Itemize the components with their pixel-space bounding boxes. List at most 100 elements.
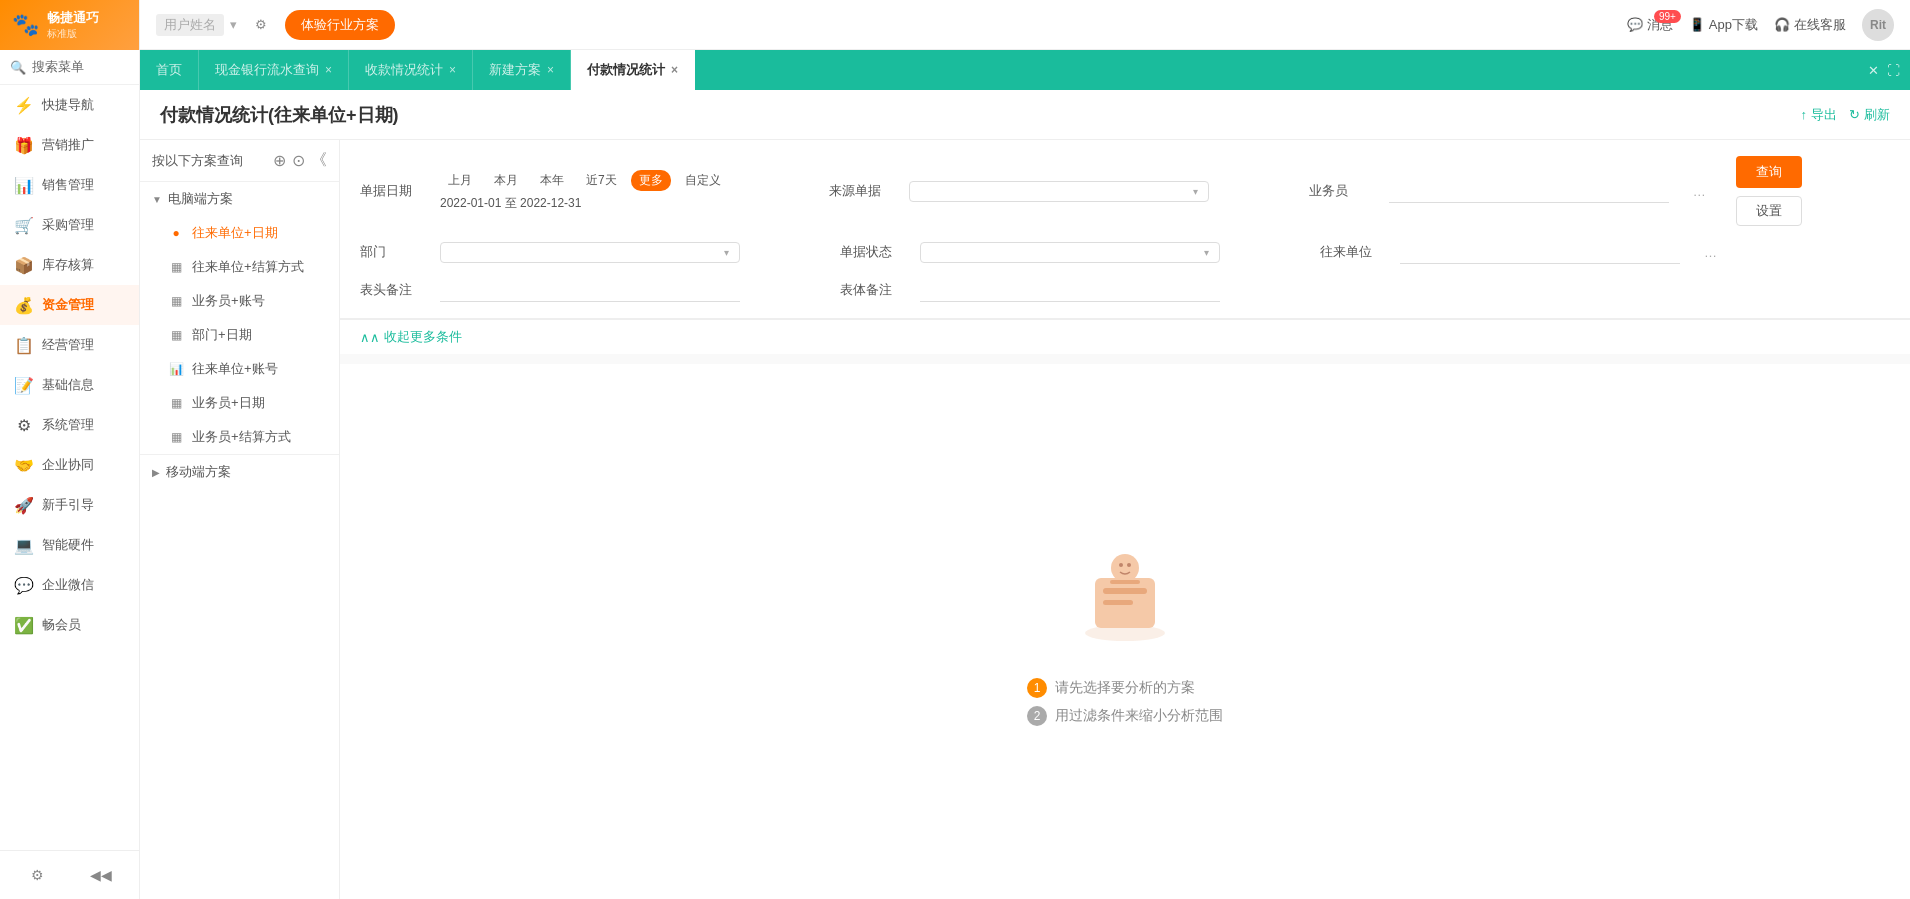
topbar: 用户姓名 ▾ ⚙ 体验行业方案 💬 消息 99+ 📱 App下载 🎧 在线客服 … bbox=[140, 0, 1910, 50]
sidebar-item-purchase[interactable]: 🛒 采购管理 bbox=[0, 205, 139, 245]
scheme-add-icon[interactable]: ⊕ bbox=[273, 151, 286, 170]
body-note-label: 表体备注 bbox=[840, 281, 900, 299]
export-icon: ↑ bbox=[1801, 107, 1808, 122]
service-btn[interactable]: 🎧 在线客服 bbox=[1774, 16, 1846, 34]
source-select[interactable]: ▾ bbox=[909, 181, 1209, 202]
app-download-btn[interactable]: 📱 App下载 bbox=[1689, 16, 1758, 34]
svg-point-4 bbox=[1111, 554, 1139, 582]
scheme-collapse-icon[interactable]: 《 bbox=[311, 150, 327, 171]
sidebar-settings-btn[interactable]: ⚙ bbox=[10, 861, 66, 889]
tab-home[interactable]: 首页 bbox=[140, 50, 199, 90]
sidebar-item-system[interactable]: ⚙ 系统管理 bbox=[0, 405, 139, 445]
header-note-input[interactable] bbox=[440, 278, 740, 302]
tab-payment[interactable]: 付款情况统计 × bbox=[571, 50, 695, 90]
staff-input[interactable] bbox=[1389, 179, 1669, 203]
scheme-item-unit-date[interactable]: ● 往来单位+日期 bbox=[140, 216, 339, 250]
sidebar-item-marketing[interactable]: 🎁 营销推广 bbox=[0, 125, 139, 165]
scheme-panel-header: 按以下方案查询 ⊕ ⊙ 《 bbox=[140, 140, 339, 182]
scheme-panel: 按以下方案查询 ⊕ ⊙ 《 ▼ 电脑端方案 ● 往来单位+日期 ▦ bbox=[140, 140, 340, 899]
tab-bank-close-icon[interactable]: × bbox=[325, 63, 332, 77]
date-opt-last-month[interactable]: 上月 bbox=[440, 170, 480, 191]
scheme-item-dept-date[interactable]: ▦ 部门+日期 bbox=[140, 318, 339, 352]
export-btn[interactable]: ↑ 导出 bbox=[1801, 106, 1838, 124]
scheme-label: 业务员+结算方式 bbox=[192, 428, 291, 446]
scheme-item-staff-account[interactable]: ▦ 业务员+账号 bbox=[140, 284, 339, 318]
refresh-icon: ↻ bbox=[1849, 107, 1860, 122]
scheme-item-unit-account[interactable]: 📊 往来单位+账号 bbox=[140, 352, 339, 386]
dept-select[interactable]: ▾ bbox=[440, 242, 740, 263]
tab-bank[interactable]: 现金银行流水查询 × bbox=[199, 50, 349, 90]
empty-tip-1: 1 请先选择要分析的方案 bbox=[1027, 678, 1223, 698]
tab-payment-close-icon[interactable]: × bbox=[671, 63, 678, 77]
finance-icon: 💰 bbox=[14, 295, 34, 315]
scheme-item-unit-settle[interactable]: ▦ 往来单位+结算方式 bbox=[140, 250, 339, 284]
sidebar-item-member[interactable]: ✅ 畅会员 bbox=[0, 605, 139, 645]
sidebar-item-label: 系统管理 bbox=[42, 416, 94, 434]
tab-new-scheme[interactable]: 新建方案 × bbox=[473, 50, 571, 90]
scheme-item-staff-date[interactable]: ▦ 业务员+日期 bbox=[140, 386, 339, 420]
scheme-label: 往来单位+结算方式 bbox=[192, 258, 304, 276]
sidebar-item-sales[interactable]: 📊 销售管理 bbox=[0, 165, 139, 205]
logo-sub: 标准版 bbox=[47, 27, 99, 41]
sidebar-item-wechat[interactable]: 💬 企业微信 bbox=[0, 565, 139, 605]
scheme-settings-icon[interactable]: ⊙ bbox=[292, 151, 305, 170]
sidebar-item-label: 资金管理 bbox=[42, 296, 94, 314]
date-range-text: 2022-01-01 至 2022-12-31 bbox=[440, 195, 729, 212]
body-note-input[interactable] bbox=[920, 278, 1220, 302]
message-icon: 💬 bbox=[1627, 17, 1643, 32]
sidebar-item-basic[interactable]: 📝 基础信息 bbox=[0, 365, 139, 405]
partner-input[interactable] bbox=[1400, 240, 1680, 264]
empty-tips: 1 请先选择要分析的方案 2 用过滤条件来缩小分析范围 bbox=[1027, 678, 1223, 726]
partner-ellipsis[interactable]: … bbox=[1704, 245, 1717, 260]
sidebar-collapse-btn[interactable]: ◀◀ bbox=[74, 861, 130, 889]
scheme-label: 部门+日期 bbox=[192, 326, 252, 344]
scheme-table-icon: ▦ bbox=[168, 293, 184, 309]
date-opt-this-month[interactable]: 本月 bbox=[486, 170, 526, 191]
date-opt-7days[interactable]: 近7天 bbox=[578, 170, 625, 191]
filter-form: 单据日期 上月 本月 本年 近7天 更多 自定义 2022-01-01 至 20… bbox=[340, 140, 1910, 319]
sidebar-item-enterprise[interactable]: 🤝 企业协同 bbox=[0, 445, 139, 485]
sidebar-item-operation[interactable]: 📋 经营管理 bbox=[0, 325, 139, 365]
date-opt-this-year[interactable]: 本年 bbox=[532, 170, 572, 191]
tab-receipt-close-icon[interactable]: × bbox=[449, 63, 456, 77]
refresh-btn[interactable]: ↻ 刷新 bbox=[1849, 106, 1890, 124]
settings-btn[interactable]: 设置 bbox=[1736, 196, 1802, 226]
service-icon: 🎧 bbox=[1774, 17, 1790, 32]
trial-btn[interactable]: 体验行业方案 bbox=[285, 10, 395, 40]
topbar-gear-btn[interactable]: ⚙ bbox=[247, 11, 275, 39]
empty-tip-2: 2 用过滤条件来缩小分析范围 bbox=[1027, 706, 1223, 726]
collapse-label: 收起更多条件 bbox=[384, 328, 462, 346]
mobile-section-header[interactable]: ▶ 移动端方案 bbox=[140, 454, 339, 489]
date-opt-custom[interactable]: 自定义 bbox=[677, 170, 729, 191]
header-note-label: 表头备注 bbox=[360, 281, 420, 299]
doc-status-label: 单据状态 bbox=[840, 243, 900, 261]
sidebar-item-guide[interactable]: 🚀 新手引导 bbox=[0, 485, 139, 525]
svg-point-5 bbox=[1119, 563, 1123, 567]
scheme-label: 往来单位+日期 bbox=[192, 224, 278, 242]
scheme-label: 业务员+日期 bbox=[192, 394, 265, 412]
user-avatar[interactable]: Rit bbox=[1862, 9, 1894, 41]
sidebar-item-search[interactable]: 🔍 搜索菜单 bbox=[0, 50, 139, 85]
tab-fullscreen-icon[interactable]: ⛶ bbox=[1887, 63, 1900, 78]
basic-icon: 📝 bbox=[14, 375, 34, 395]
doc-status-select[interactable]: ▾ bbox=[920, 242, 1220, 263]
message-btn[interactable]: 💬 消息 99+ bbox=[1627, 16, 1673, 34]
tab-new-scheme-close-icon[interactable]: × bbox=[547, 63, 554, 77]
sidebar-item-shortcut[interactable]: ⚡ 快捷导航 bbox=[0, 85, 139, 125]
tab-close-all-icon[interactable]: ✕ bbox=[1868, 63, 1879, 78]
source-label: 来源单据 bbox=[829, 182, 889, 200]
scheme-item-staff-settle[interactable]: ▦ 业务员+结算方式 bbox=[140, 420, 339, 454]
tab-receipt[interactable]: 收款情况统计 × bbox=[349, 50, 473, 90]
sidebar-item-finance[interactable]: 💰 资金管理 bbox=[0, 285, 139, 325]
filter-row-2: 部门 ▾ 单据状态 ▾ 往来单位 … bbox=[360, 240, 1890, 264]
date-opt-more[interactable]: 更多 bbox=[631, 170, 671, 191]
sidebar-item-hardware[interactable]: 💻 智能硬件 bbox=[0, 525, 139, 565]
staff-ellipsis[interactable]: … bbox=[1693, 184, 1706, 199]
inventory-icon: 📦 bbox=[14, 255, 34, 275]
collapse-btn[interactable]: ∧∧ 收起更多条件 bbox=[340, 319, 1910, 354]
sidebar-item-label: 库存核算 bbox=[42, 256, 94, 274]
desktop-section-header[interactable]: ▼ 电脑端方案 bbox=[140, 182, 339, 216]
query-btn[interactable]: 查询 bbox=[1736, 156, 1802, 188]
sidebar-item-inventory[interactable]: 📦 库存核算 bbox=[0, 245, 139, 285]
content-area: 付款情况统计(往来单位+日期) ↑ 导出 ↻ 刷新 按以下方案查询 ⊕ ⊙ bbox=[140, 90, 1910, 899]
